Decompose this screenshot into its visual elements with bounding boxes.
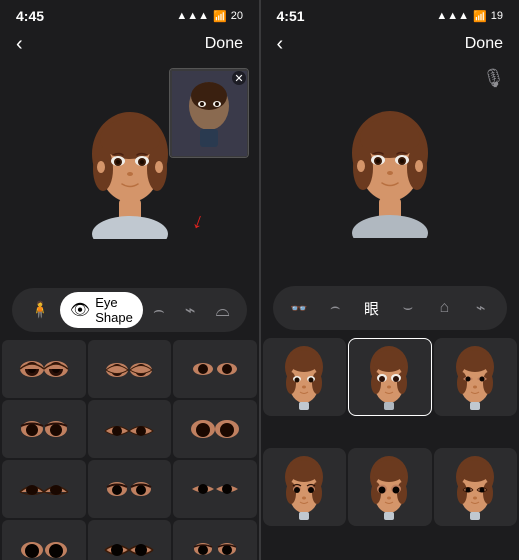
eye-shape-3 bbox=[181, 349, 249, 389]
right-back-button[interactable]: ‹ bbox=[277, 33, 284, 56]
toolbar-body[interactable]: 🧍 bbox=[20, 292, 60, 328]
rt-eyebrow-icon: ⌣ bbox=[403, 299, 414, 317]
camera-close-button[interactable]: ✕ bbox=[232, 71, 246, 85]
avatar-variant-5 bbox=[362, 455, 417, 520]
left-time: 4:45 bbox=[16, 8, 44, 24]
right-cell-5[interactable] bbox=[348, 448, 432, 526]
rt-glasses[interactable]: 眼 bbox=[355, 291, 389, 325]
avatar-variant-3 bbox=[448, 345, 503, 410]
lash-icon: ⌁ bbox=[185, 300, 196, 321]
right-avatar-area: 🎙 bbox=[261, 64, 519, 282]
right-panel: 4:51 ▲▲▲ 📶 19 ‹ Done 🎙 bbox=[260, 0, 519, 560]
toolbar-lash[interactable]: ⌁ bbox=[175, 292, 206, 328]
left-panel: 4:45 ▲▲▲ 📶 20 ‹ Done bbox=[0, 0, 259, 560]
battery-icon: 20 bbox=[231, 10, 243, 22]
left-toolbar: 🧍 👁 Eye Shape ⌢ ⌁ ⌓ bbox=[12, 288, 247, 332]
toolbar-eyebrow[interactable]: ⌢ bbox=[143, 292, 175, 328]
left-back-button[interactable]: ‹ bbox=[16, 33, 23, 56]
rt-eyeshape-icon: ⌢ bbox=[330, 299, 341, 317]
eye-shape-8 bbox=[95, 469, 163, 509]
eye-shape-4 bbox=[10, 409, 78, 449]
eye-cell-11[interactable] bbox=[88, 520, 172, 560]
eyebrow-icon: ⌢ bbox=[153, 300, 165, 321]
eye-shape-5 bbox=[95, 409, 163, 449]
avatar-variant-4 bbox=[277, 455, 332, 520]
eye-cell-10[interactable] bbox=[2, 520, 86, 560]
rt-eye-small-icon: 👓 bbox=[290, 300, 307, 317]
right-signal-icon: ▲▲▲ bbox=[436, 10, 469, 22]
eye-cell-3[interactable] bbox=[173, 340, 257, 398]
right-status-icons: ▲▲▲ 📶 19 bbox=[436, 10, 503, 23]
eye-cell-7[interactable] bbox=[2, 460, 86, 518]
left-status-icons: ▲▲▲ 📶 20 bbox=[176, 10, 243, 23]
eye-shape-1 bbox=[10, 349, 78, 389]
avatar-variant-6 bbox=[448, 455, 503, 520]
camera-preview: ✕ bbox=[169, 68, 249, 158]
rt-nose-icon: ⌂ bbox=[439, 299, 449, 317]
eye-shape-label: Eye Shape bbox=[95, 295, 133, 325]
avatar-variant-2 bbox=[362, 345, 417, 410]
right-avatar-grid bbox=[261, 334, 519, 560]
eye-cell-12[interactable] bbox=[173, 520, 257, 560]
right-cell-3[interactable] bbox=[434, 338, 518, 416]
toolbar-eye-shape[interactable]: 👁 Eye Shape bbox=[60, 292, 143, 328]
eye-shape-10 bbox=[10, 529, 78, 560]
rt-nose[interactable]: ⌂ bbox=[427, 291, 461, 325]
eye-shape-9 bbox=[181, 469, 249, 509]
rt-mouth-icon: ⌁ bbox=[476, 298, 486, 318]
right-status-bar: 4:51 ▲▲▲ 📶 19 bbox=[261, 0, 519, 28]
right-cell-1[interactable] bbox=[263, 338, 347, 416]
right-wifi-icon: 📶 bbox=[473, 10, 487, 23]
eye-shape-7 bbox=[10, 469, 78, 509]
eye-cell-2[interactable] bbox=[88, 340, 172, 398]
right-header: ‹ Done bbox=[261, 28, 519, 64]
mic-button[interactable]: 🎙 bbox=[482, 68, 505, 89]
left-main-avatar bbox=[75, 109, 185, 239]
rt-eye-shape[interactable]: ⌢ bbox=[318, 291, 352, 325]
left-eye-grid bbox=[0, 336, 259, 560]
eye-cell-6[interactable] bbox=[173, 400, 257, 458]
eye-icon: 👁 bbox=[70, 300, 90, 320]
eye-shape-6 bbox=[181, 409, 249, 449]
eye-cell-8[interactable] bbox=[88, 460, 172, 518]
left-status-bar: 4:45 ▲▲▲ 📶 20 bbox=[0, 0, 259, 28]
eye-cell-4[interactable] bbox=[2, 400, 86, 458]
left-header: ‹ Done bbox=[0, 28, 259, 64]
eye-shape-11 bbox=[95, 529, 163, 560]
left-avatar-area: ✕ ↓ bbox=[0, 64, 259, 284]
eye-cell-1[interactable] bbox=[2, 340, 86, 398]
right-main-avatar bbox=[335, 108, 445, 238]
arrow-indicator: ↓ bbox=[189, 207, 208, 235]
right-cell-6[interactable] bbox=[434, 448, 518, 526]
avatar-variant-1 bbox=[277, 345, 332, 410]
eye-shape-12 bbox=[181, 529, 249, 560]
eye-shape-2 bbox=[95, 349, 163, 389]
right-toolbar: 👓 ⌢ 眼 ⌣ ⌂ ⌁ bbox=[273, 286, 508, 330]
right-time: 4:51 bbox=[277, 8, 305, 24]
rt-glasses-icon: 眼 bbox=[364, 298, 379, 319]
body-icon: 🧍 bbox=[30, 300, 50, 320]
right-cell-4[interactable] bbox=[263, 448, 347, 526]
rt-mouth[interactable]: ⌁ bbox=[464, 291, 498, 325]
right-battery-icon: 19 bbox=[491, 10, 503, 22]
signal-icon: ▲▲▲ bbox=[176, 10, 209, 22]
eye-cell-5[interactable] bbox=[88, 400, 172, 458]
left-done-button[interactable]: Done bbox=[205, 35, 243, 53]
rt-eye-small[interactable]: 👓 bbox=[282, 291, 316, 325]
wifi-icon: 📶 bbox=[213, 10, 227, 23]
toolbar-face[interactable]: ⌓ bbox=[206, 292, 240, 328]
right-done-button[interactable]: Done bbox=[465, 35, 503, 53]
rt-eyebrow[interactable]: ⌣ bbox=[391, 291, 425, 325]
eye-cell-9[interactable] bbox=[173, 460, 257, 518]
face-toolbar-icon: ⌓ bbox=[216, 300, 230, 321]
right-cell-2[interactable] bbox=[348, 338, 432, 416]
